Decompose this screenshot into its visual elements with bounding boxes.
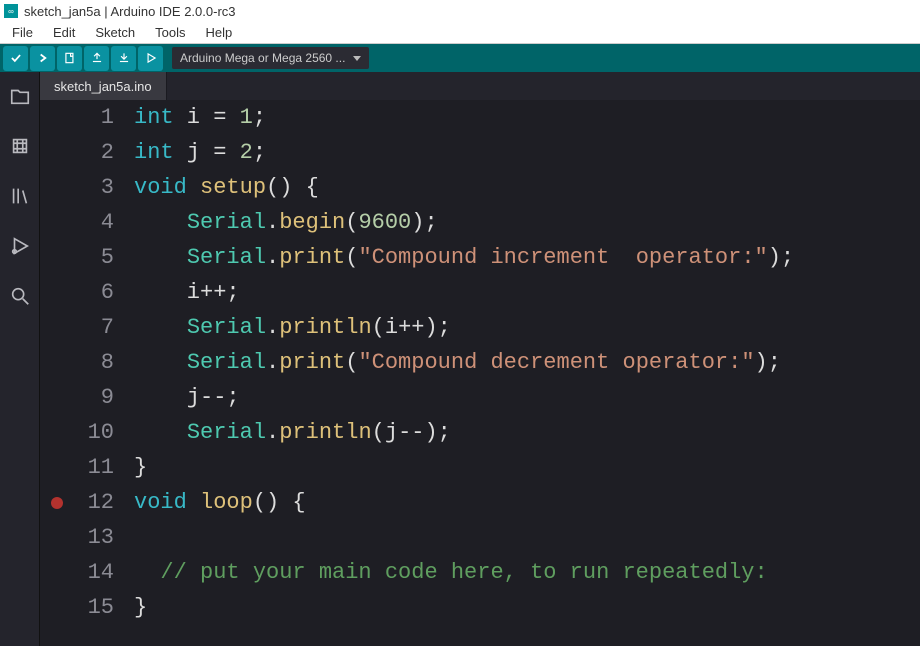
editor-pane: sketch_jan5a.ino 123456789101112131415 i… — [40, 72, 920, 646]
library-manager-icon[interactable] — [8, 184, 32, 208]
debug-sidebar-icon[interactable] — [8, 234, 32, 258]
verify-button[interactable] — [3, 46, 28, 71]
main-area: sketch_jan5a.ino 123456789101112131415 i… — [0, 72, 920, 646]
board-selector[interactable]: Arduino Mega or Mega 2560 ... — [172, 47, 369, 69]
breakpoint-gutter[interactable] — [40, 100, 74, 646]
toolbar: Arduino Mega or Mega 2560 ... — [0, 44, 920, 72]
code-source[interactable]: int i = 1;int j = 2;void setup() { Seria… — [128, 100, 920, 646]
menu-edit[interactable]: Edit — [45, 23, 83, 42]
debug-button[interactable] — [138, 46, 163, 71]
activity-bar — [0, 72, 40, 646]
save-sketch-button[interactable] — [111, 46, 136, 71]
board-selector-label: Arduino Mega or Mega 2560 ... — [180, 51, 345, 65]
search-icon[interactable] — [8, 284, 32, 308]
menu-tools[interactable]: Tools — [147, 23, 193, 42]
open-sketch-button[interactable] — [84, 46, 109, 71]
editor-tabbar: sketch_jan5a.ino — [40, 72, 920, 100]
boards-manager-icon[interactable] — [8, 134, 32, 158]
menu-sketch[interactable]: Sketch — [87, 23, 143, 42]
menu-file[interactable]: File — [4, 23, 41, 42]
window-titlebar: ∞ sketch_jan5a | Arduino IDE 2.0.0-rc3 — [0, 0, 920, 22]
new-sketch-button[interactable] — [57, 46, 82, 71]
menu-help[interactable]: Help — [197, 23, 240, 42]
menubar: File Edit Sketch Tools Help — [0, 22, 920, 44]
sketchbook-icon[interactable] — [8, 84, 32, 108]
window-title: sketch_jan5a | Arduino IDE 2.0.0-rc3 — [24, 4, 236, 19]
editor-tab[interactable]: sketch_jan5a.ino — [40, 72, 167, 100]
upload-button[interactable] — [30, 46, 55, 71]
editor-tab-label: sketch_jan5a.ino — [54, 79, 152, 94]
breakpoint-dot[interactable] — [51, 497, 63, 509]
line-number-gutter: 123456789101112131415 — [74, 100, 128, 646]
arduino-app-icon: ∞ — [4, 4, 18, 18]
code-editor[interactable]: 123456789101112131415 int i = 1;int j = … — [40, 100, 920, 646]
